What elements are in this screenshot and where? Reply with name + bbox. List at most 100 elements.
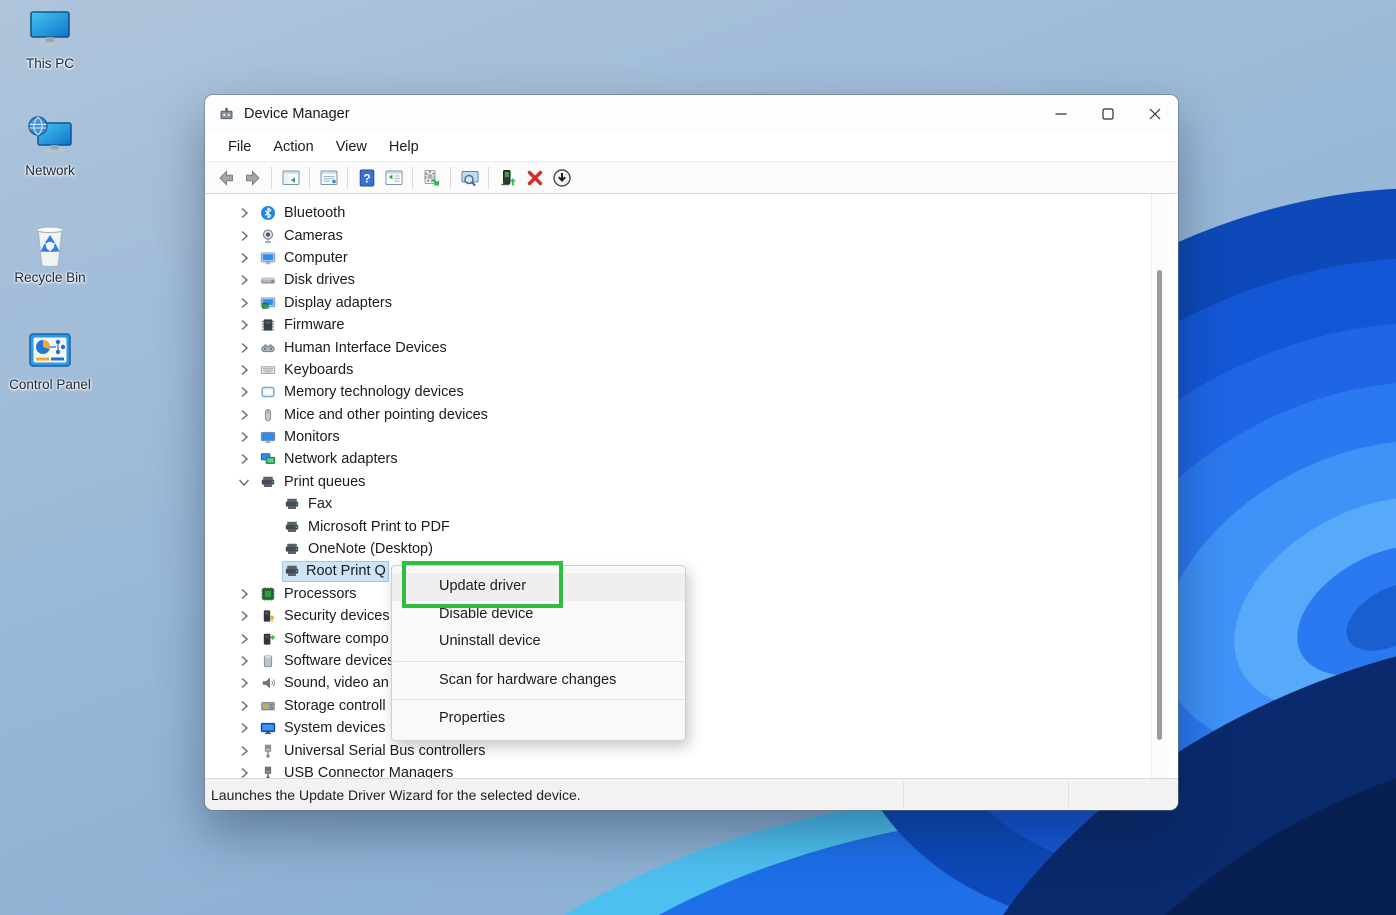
context-menu-separator xyxy=(393,699,684,700)
tree-item-keyboards[interactable]: Keyboards xyxy=(205,359,1152,381)
processor-icon xyxy=(260,586,276,602)
action-pane-button[interactable] xyxy=(380,165,407,190)
speaker-icon xyxy=(260,675,276,691)
security-device-icon xyxy=(260,608,276,624)
forward-button[interactable] xyxy=(239,165,266,190)
maximize-icon xyxy=(1098,104,1118,124)
chevron-right-icon[interactable] xyxy=(236,698,252,714)
monitor-search-icon xyxy=(460,168,480,188)
chevron-right-icon[interactable] xyxy=(236,586,252,602)
tree-item-firmware[interactable]: Firmware xyxy=(205,314,1152,336)
chevron-right-icon[interactable] xyxy=(236,608,252,624)
properties-button[interactable] xyxy=(315,165,342,190)
tree-item-usb-connector-managers[interactable]: USB Connector Managers xyxy=(205,762,1152,778)
tree-item-universal-serial-bus-controllers[interactable]: Universal Serial Bus controllers xyxy=(205,739,1152,761)
tree-item-label: USB Connector Managers xyxy=(284,764,454,778)
close-button[interactable] xyxy=(1131,95,1178,132)
chevron-right-icon[interactable] xyxy=(236,228,252,244)
tree-item-label: Software compo xyxy=(284,630,389,647)
context-menu-item-properties[interactable]: Properties xyxy=(392,705,685,733)
tree-item-print-queues[interactable]: Print queues xyxy=(205,471,1152,493)
chevron-right-icon[interactable] xyxy=(236,451,252,467)
selected-tree-item[interactable]: Root Print Q xyxy=(282,560,389,582)
chevron-right-icon[interactable] xyxy=(236,362,252,378)
desktop-icon-label: Recycle Bin xyxy=(14,270,86,285)
desktop-icon-this-pc[interactable]: This PC xyxy=(4,8,96,71)
context-menu-item-disable-device[interactable]: Disable device xyxy=(392,601,685,629)
menu-action[interactable]: Action xyxy=(262,139,324,155)
disable-device-button[interactable] xyxy=(548,165,575,190)
tree-item-microsoft-print-to-pdf[interactable]: Microsoft Print to PDF xyxy=(205,515,1152,537)
show-hide-console-tree-button[interactable] xyxy=(277,165,304,190)
chevron-right-icon[interactable] xyxy=(236,384,252,400)
usb-controller-icon xyxy=(260,743,276,759)
chevron-right-icon[interactable] xyxy=(236,631,252,647)
tree-item-label: Bluetooth xyxy=(284,205,346,222)
device-manager-window: Device Manager File Action View Help ? Blue… xyxy=(205,95,1178,810)
chevron-right-icon[interactable] xyxy=(236,317,252,333)
tree-item-computer[interactable]: Computer xyxy=(205,247,1152,269)
tree-item-disk-drives[interactable]: Disk drives xyxy=(205,269,1152,291)
printer-icon xyxy=(284,519,300,535)
tree-item-bluetooth[interactable]: Bluetooth xyxy=(205,202,1152,224)
tree-item-network-adapters[interactable]: Network adapters xyxy=(205,448,1152,470)
update-driver-software-button[interactable] xyxy=(418,165,445,190)
network-adapter-icon xyxy=(260,451,276,467)
chevron-right-icon[interactable] xyxy=(236,429,252,445)
chevron-right-icon[interactable] xyxy=(236,743,252,759)
scrollbar-thumb[interactable] xyxy=(1157,270,1162,740)
minimize-button[interactable] xyxy=(1037,95,1084,132)
chevron-right-icon[interactable] xyxy=(236,295,252,311)
chevron-right-icon[interactable] xyxy=(236,675,252,691)
menu-help[interactable]: Help xyxy=(378,139,430,155)
desktop-icon-control-panel[interactable]: Control Panel xyxy=(4,329,96,392)
menu-file[interactable]: File xyxy=(217,139,262,155)
menu-view[interactable]: View xyxy=(325,139,378,155)
scan-for-hardware-changes-button[interactable] xyxy=(456,165,483,190)
printer-icon xyxy=(284,496,300,512)
chevron-right-icon[interactable] xyxy=(236,272,252,288)
tree-item-memory-technology-devices[interactable]: Memory technology devices xyxy=(205,381,1152,403)
chevron-down-icon[interactable] xyxy=(236,474,252,490)
desktop-icon-network[interactable]: Network xyxy=(4,115,96,178)
device-arrow-up-icon xyxy=(498,168,518,188)
chevron-right-icon[interactable] xyxy=(236,765,252,778)
tree-item-mice-and-other-pointing-devices[interactable]: Mice and other pointing devices xyxy=(205,404,1152,426)
desktop-icon-recycle-bin[interactable]: Recycle Bin xyxy=(4,222,96,285)
chevron-right-icon[interactable] xyxy=(236,250,252,266)
tree-item-label: Keyboards xyxy=(284,361,354,378)
uninstall-device-button[interactable] xyxy=(521,165,548,190)
title-bar[interactable]: Device Manager xyxy=(205,95,1178,132)
help-button[interactable]: ? xyxy=(353,165,380,190)
tree-item-label: Monitors xyxy=(284,429,340,446)
tree-item-label: Display adapters xyxy=(284,294,392,311)
tree-item-fax[interactable]: Fax xyxy=(205,493,1152,515)
tree-item-monitors[interactable]: Monitors xyxy=(205,426,1152,448)
desktop-icon-label: Network xyxy=(25,163,75,178)
back-button[interactable] xyxy=(212,165,239,190)
chevron-right-icon[interactable] xyxy=(236,720,252,736)
tree-item-onenote-desktop[interactable]: OneNote (Desktop) xyxy=(205,538,1152,560)
update-driver-button[interactable] xyxy=(494,165,521,190)
control-panel-icon xyxy=(26,329,74,375)
scrollbar-track[interactable] xyxy=(1151,194,1167,778)
status-bar: Launches the Update Driver Wizard for th… xyxy=(205,778,1178,810)
context-menu-item-scan-for-hardware-changes[interactable]: Scan for hardware changes xyxy=(392,667,685,695)
context-menu-item-uninstall-device[interactable]: Uninstall device xyxy=(392,628,685,656)
desktop-icon-label: Control Panel xyxy=(9,377,91,392)
maximize-button[interactable] xyxy=(1084,95,1131,132)
tree-item-human-interface-devices[interactable]: Human Interface Devices xyxy=(205,336,1152,358)
tree-item-cameras[interactable]: Cameras xyxy=(205,224,1152,246)
chevron-right-icon[interactable] xyxy=(236,340,252,356)
chevron-right-icon[interactable] xyxy=(236,653,252,669)
chevron-right-icon[interactable] xyxy=(236,205,252,221)
window-controls xyxy=(1037,95,1178,132)
storage-controller-icon xyxy=(260,698,276,714)
chevron-right-icon[interactable] xyxy=(236,407,252,423)
window-title: Device Manager xyxy=(244,105,350,122)
help-icon: ? xyxy=(357,168,377,188)
tree-item-display-adapters[interactable]: Display adapters xyxy=(205,292,1152,314)
tree-item-label: Storage controll xyxy=(284,697,386,714)
context-menu-item-update-driver[interactable]: Update driver xyxy=(392,573,685,601)
